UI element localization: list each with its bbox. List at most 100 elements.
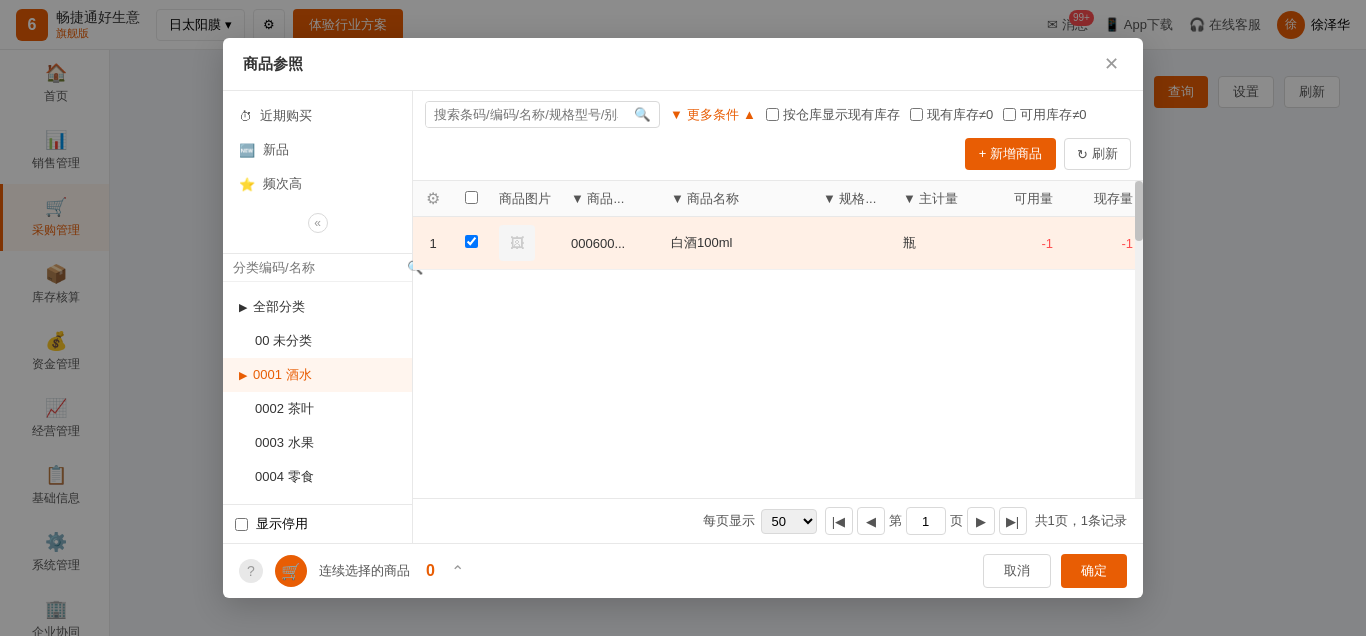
- col-header-unit[interactable]: ▼ 主计量: [893, 181, 973, 217]
- cart-icon: 🛒: [281, 562, 301, 581]
- cart-button[interactable]: 🛒: [275, 555, 307, 587]
- cat-drink[interactable]: 0005 饮料: [223, 494, 412, 504]
- col-header-available: 可用量: [973, 181, 1063, 217]
- row-checkbox[interactable]: [465, 235, 478, 248]
- modal-overlay[interactable]: 商品参照 ✕ ⏱ 近期购买 🆕 新品 ⭐: [0, 0, 1366, 636]
- available-nonzero-label: 可用库存≠0: [1020, 106, 1086, 124]
- cell-name: 白酒100ml: [661, 217, 813, 270]
- available-nonzero-checkbox[interactable]: [1003, 108, 1016, 121]
- page-suffix: 页: [950, 512, 963, 530]
- select-all-checkbox[interactable]: [465, 191, 478, 204]
- new-icon: 🆕: [239, 143, 255, 158]
- add-product-button[interactable]: + 新增商品: [965, 138, 1056, 170]
- modal-title: 商品参照: [243, 55, 303, 74]
- cat-snack[interactable]: 0004 零食: [223, 460, 412, 494]
- col-header-code[interactable]: ▼ 商品...: [561, 181, 661, 217]
- cat-fruit[interactable]: 0003 水果: [223, 426, 412, 460]
- image-placeholder-icon: 🖼: [510, 235, 524, 251]
- modal-left-panel: ⏱ 近期购买 🆕 新品 ⭐ 频次高 «: [223, 91, 413, 543]
- product-search-bar: 🔍: [425, 101, 660, 128]
- stock-nonzero-label: 现有库存≠0: [927, 106, 993, 124]
- collapse-left-button[interactable]: «: [308, 213, 328, 233]
- cell-spec: [813, 217, 893, 270]
- category-search-input[interactable]: [233, 260, 401, 275]
- modal-nav-recent-label: 近期购买: [260, 107, 312, 125]
- col-header-spec[interactable]: ▼ 规格...: [813, 181, 893, 217]
- more-filter-button[interactable]: ▼ 更多条件 ▲: [670, 106, 756, 124]
- warehouse-check-wrap[interactable]: 按仓库显示现有库存: [766, 106, 900, 124]
- product-search-button[interactable]: 🔍: [626, 102, 659, 127]
- show-disabled-label: 显示停用: [256, 515, 308, 533]
- page-navigation: |◀ ◀ 第 页 ▶ ▶|: [825, 507, 1027, 535]
- product-search-input[interactable]: [426, 102, 626, 127]
- next-page-button[interactable]: ▶: [967, 507, 995, 535]
- modal-nav-new[interactable]: 🆕 新品: [223, 133, 412, 167]
- refresh-icon: ↻: [1077, 147, 1088, 162]
- page-input[interactable]: [906, 507, 946, 535]
- star-icon: ⭐: [239, 177, 255, 192]
- modal-nav-frequent[interactable]: ⭐ 频次高: [223, 167, 412, 201]
- filter-up-icon: ▲: [743, 107, 756, 122]
- cat-liquor-label: 0001 酒水: [253, 366, 312, 384]
- prev-page-button[interactable]: ◀: [857, 507, 885, 535]
- modal-toolbar: 🔍 ▼ 更多条件 ▲ 按仓库显示现有库存 现有库存≠0: [413, 91, 1143, 181]
- table-row[interactable]: 1 🖼 000600... 白酒100ml: [413, 217, 1143, 270]
- per-page-selector: 每页显示 50 10 20 100: [703, 509, 817, 534]
- cat-tea[interactable]: 0002 茶叶: [223, 392, 412, 426]
- cat-uncategorized[interactable]: 00 未分类: [223, 324, 412, 358]
- collapse-cart-icon[interactable]: ⌃: [451, 562, 464, 581]
- cell-no: 1: [413, 217, 453, 270]
- footer-right: 取消 确定: [983, 554, 1127, 588]
- pagination: 每页显示 50 10 20 100 |◀ ◀ 第 页: [413, 498, 1143, 543]
- cart-label: 连续选择的商品: [319, 562, 410, 580]
- per-page-select[interactable]: 50 10 20 100: [761, 509, 817, 534]
- scrollbar-thumb[interactable]: [1135, 181, 1143, 241]
- available-nonzero-wrap[interactable]: 可用库存≠0: [1003, 106, 1086, 124]
- cat-all-label: 全部分类: [253, 298, 305, 316]
- modal-quick-nav: ⏱ 近期购买 🆕 新品 ⭐ 频次高 «: [223, 91, 412, 254]
- modal-header: 商品参照 ✕: [223, 38, 1143, 91]
- cell-checkbox[interactable]: [453, 217, 489, 270]
- col-spec-label: ▼ 规格...: [823, 191, 876, 206]
- filter-icon: ▼: [670, 107, 683, 122]
- cell-stock: -1: [1063, 217, 1143, 270]
- cat-liquor[interactable]: ▶ 0001 酒水: [223, 358, 412, 392]
- cell-available: -1: [973, 217, 1063, 270]
- refresh-product-button[interactable]: ↻ 刷新: [1064, 138, 1131, 170]
- cell-img: 🖼: [489, 217, 561, 270]
- cat-uncategorized-label: 00 未分类: [239, 332, 312, 350]
- confirm-button[interactable]: 确定: [1061, 554, 1127, 588]
- first-page-button[interactable]: |◀: [825, 507, 853, 535]
- modal-footer: ? 🛒 连续选择的商品 0 ⌃ 取消 确定: [223, 543, 1143, 598]
- selected-count: 0: [426, 562, 435, 580]
- show-disabled-checkbox[interactable]: [235, 518, 248, 531]
- stock-nonzero-checkbox[interactable]: [910, 108, 923, 121]
- warehouse-checkbox[interactable]: [766, 108, 779, 121]
- per-page-label: 每页显示: [703, 512, 755, 530]
- product-table-wrap: ⚙ 商品图片 ▼ 商品... ▼ 商品名称: [413, 181, 1143, 498]
- modal-left-footer: 显示停用: [223, 504, 412, 543]
- modal-nav-frequent-label: 频次高: [263, 175, 302, 193]
- stock-value: -1: [1121, 236, 1133, 251]
- scrollbar-track: [1135, 181, 1143, 498]
- total-info: 共1页，1条记录: [1035, 512, 1127, 530]
- refresh-label: 刷新: [1092, 145, 1118, 163]
- modal-nav-recent[interactable]: ⏱ 近期购买: [223, 99, 412, 133]
- modal-close-button[interactable]: ✕: [1099, 52, 1123, 76]
- col-header-name[interactable]: ▼ 商品名称: [661, 181, 813, 217]
- col-header-settings: ⚙: [413, 181, 453, 217]
- col-header-checkbox: [453, 181, 489, 217]
- col-header-stock: 现存量: [1063, 181, 1143, 217]
- cancel-button[interactable]: 取消: [983, 554, 1051, 588]
- modal-categories: ▶ 全部分类 00 未分类 ▶ 0001 酒水 0002 茶叶 0003 水果: [223, 282, 412, 504]
- modal-body: ⏱ 近期购买 🆕 新品 ⭐ 频次高 «: [223, 91, 1143, 543]
- product-image: 🖼: [499, 225, 535, 261]
- product-reference-modal: 商品参照 ✕ ⏱ 近期购买 🆕 新品 ⭐: [223, 38, 1143, 598]
- stock-nonzero-wrap[interactable]: 现有库存≠0: [910, 106, 993, 124]
- help-button[interactable]: ?: [239, 559, 263, 583]
- modal-right-panel: 🔍 ▼ 更多条件 ▲ 按仓库显示现有库存 现有库存≠0: [413, 91, 1143, 543]
- last-page-button[interactable]: ▶|: [999, 507, 1027, 535]
- cat-all[interactable]: ▶ 全部分类: [223, 290, 412, 324]
- column-settings-icon[interactable]: ⚙: [426, 190, 440, 207]
- arrow-icon: ▶: [239, 301, 247, 314]
